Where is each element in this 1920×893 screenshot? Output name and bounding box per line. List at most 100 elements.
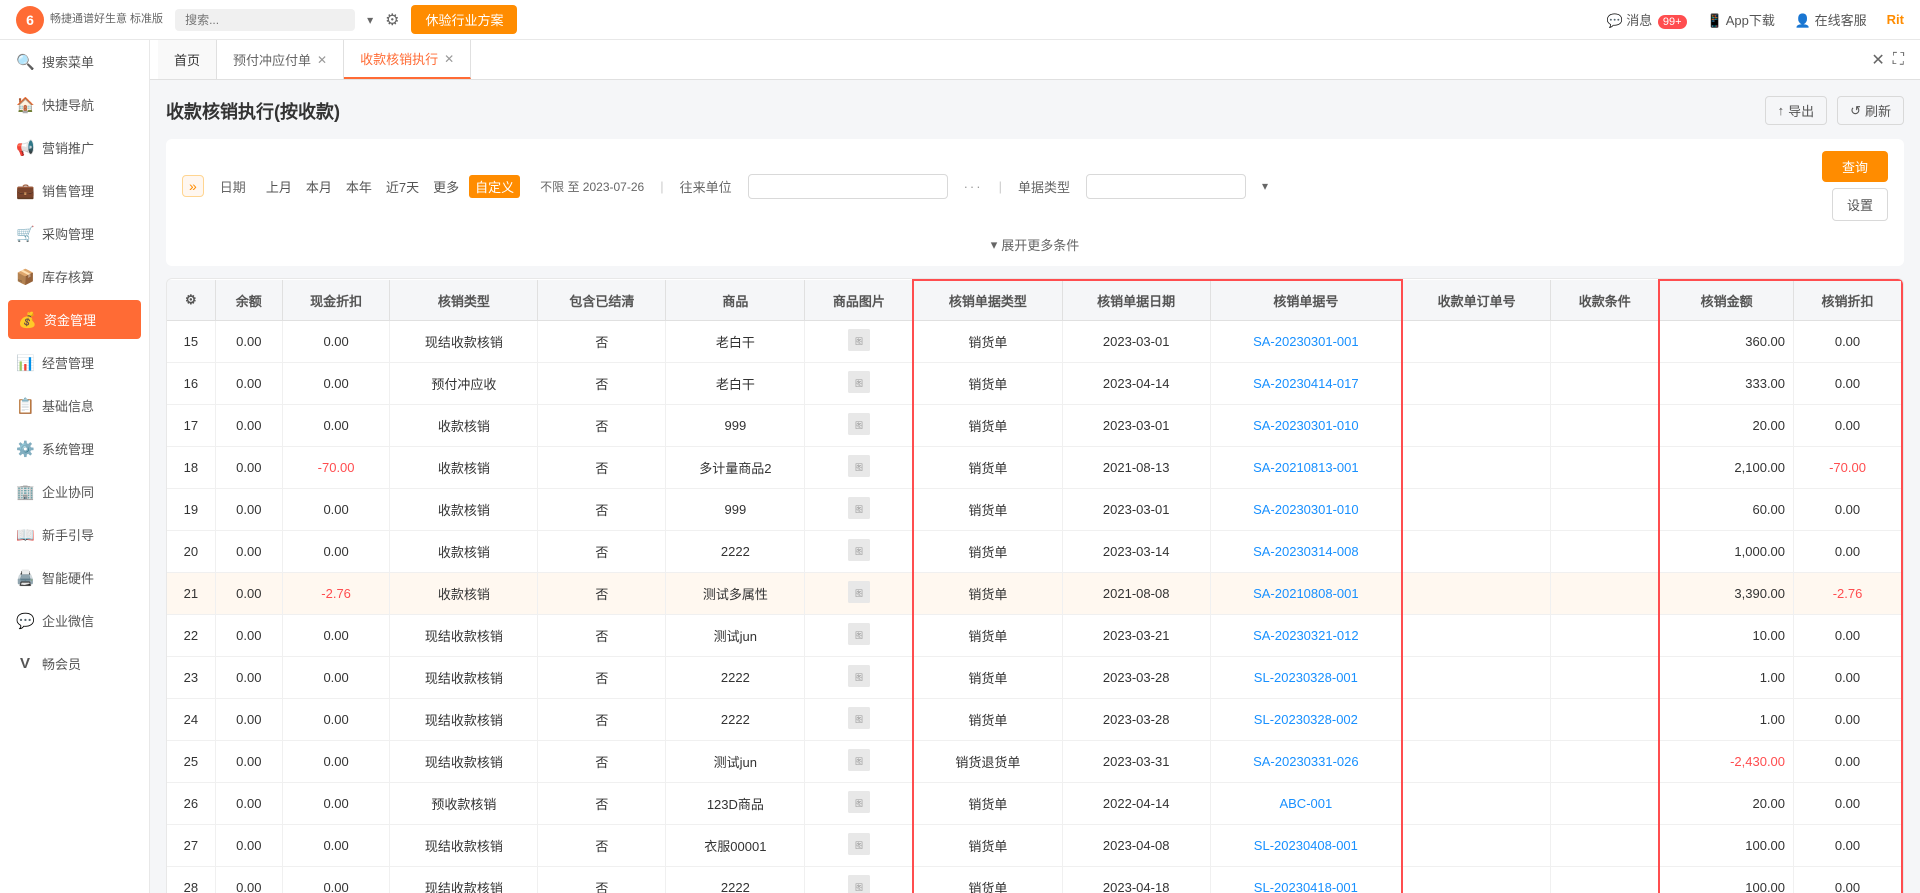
td-goods-image: 图 xyxy=(805,405,913,447)
td-offset-voucher-no[interactable]: SA-20210808-001 xyxy=(1210,573,1402,615)
filter-row: » 日期 上月 本月 本年 近7天 更多 自定义 不限 至 2023-07-26… xyxy=(182,151,1888,221)
sidebar-item-enterprise-wx[interactable]: 💬 企业微信 xyxy=(0,599,149,642)
goods-image-placeholder: 图 xyxy=(848,497,870,519)
last-month-btn[interactable]: 上月 xyxy=(262,175,296,198)
td-offset-voucher-no[interactable]: SA-20230321-012 xyxy=(1210,615,1402,657)
sidebar-item-sales[interactable]: 💼 销售管理 xyxy=(0,169,149,212)
td-offset-voucher-no[interactable]: SL-20230408-001 xyxy=(1210,825,1402,867)
sidebar-item-label: 畅会员 xyxy=(42,654,81,673)
td-offset-voucher-no[interactable]: SL-20230418-001 xyxy=(1210,867,1402,893)
sidebar-item-marketing[interactable]: 📢 营销推广 xyxy=(0,126,149,169)
tab-maximize-btn[interactable]: ⛶ xyxy=(1893,50,1904,70)
td-offset-discount: 0.00 xyxy=(1794,363,1902,405)
sidebar-item-smart-hw[interactable]: 🖨️ 智能硬件 xyxy=(0,556,149,599)
voucher-no-link[interactable]: SL-20230328-001 xyxy=(1254,670,1358,685)
td-no: 18 xyxy=(167,447,215,489)
voucher-no-link[interactable]: SA-20210808-001 xyxy=(1253,586,1359,601)
voucher-no-link[interactable]: SL-20230328-002 xyxy=(1254,712,1358,727)
this-year-btn[interactable]: 本年 xyxy=(342,175,376,198)
sidebar-item-inventory[interactable]: 📦 库存核算 xyxy=(0,255,149,298)
table-body: 15 0.00 0.00 现结收款核销 否 老白干 图 销货单 2023-03-… xyxy=(167,321,1902,893)
sidebar-item-beginner[interactable]: 📖 新手引导 xyxy=(0,513,149,556)
voucher-type-dropdown-icon[interactable]: ▾ xyxy=(1262,179,1268,193)
td-offset-voucher-no[interactable]: SA-20230331-026 xyxy=(1210,741,1402,783)
custom-date-btn[interactable]: 自定义 xyxy=(469,175,520,198)
td-offset-amount: 1,000.00 xyxy=(1659,531,1793,573)
voucher-no-link[interactable]: ABC-001 xyxy=(1279,796,1332,811)
voucher-no-link[interactable]: SA-20230314-008 xyxy=(1253,544,1359,559)
settings-icon[interactable]: ⚙ xyxy=(385,10,399,30)
message-nav[interactable]: 💬 消息 99+ xyxy=(1606,10,1686,29)
voucher-no-link[interactable]: SA-20230331-026 xyxy=(1253,754,1359,769)
voucher-no-link[interactable]: SA-20230301-001 xyxy=(1253,334,1359,349)
filter-bar: » 日期 上月 本月 本年 近7天 更多 自定义 不限 至 2023-07-26… xyxy=(166,139,1904,266)
sidebar-item-ops[interactable]: 📊 经营管理 xyxy=(0,341,149,384)
td-goods-image: 图 xyxy=(805,573,913,615)
td-offset-voucher-no[interactable]: SA-20230301-010 xyxy=(1210,489,1402,531)
td-receipt-condition xyxy=(1551,573,1659,615)
query-btn[interactable]: 查询 xyxy=(1822,151,1888,182)
tab-prepaid-offset[interactable]: 预付冲应付单 ✕ xyxy=(217,40,344,79)
td-offset-voucher-date: 2023-03-01 xyxy=(1062,405,1210,447)
refresh-btn[interactable]: ↺ 刷新 xyxy=(1837,96,1904,125)
goods-image-placeholder: 图 xyxy=(848,371,870,393)
sidebar-item-search-menu[interactable]: 🔍 搜索菜单 xyxy=(0,40,149,83)
voucher-no-link[interactable]: SA-20230301-010 xyxy=(1253,418,1359,433)
td-receipt-condition xyxy=(1551,615,1659,657)
td-offset-voucher-no[interactable]: SA-20230301-001 xyxy=(1210,321,1402,363)
tab-receipt-offset[interactable]: 收款核销执行 ✕ xyxy=(344,40,471,79)
voucher-no-link[interactable]: SA-20230301-010 xyxy=(1253,502,1359,517)
tab-prepaid-close-icon[interactable]: ✕ xyxy=(317,53,327,67)
export-btn[interactable]: ↑ 导出 xyxy=(1765,96,1828,125)
td-goods: 999 xyxy=(666,405,805,447)
partner-filter-input[interactable] xyxy=(748,174,948,199)
td-offset-voucher-no[interactable]: SL-20230328-002 xyxy=(1210,699,1402,741)
table-row: 24 0.00 0.00 现结收款核销 否 2222 图 销货单 2023-03… xyxy=(167,699,1902,741)
td-receipt-order-no xyxy=(1402,657,1551,699)
voucher-type-select[interactable] xyxy=(1086,174,1246,199)
th-offset-amount: 核销金额 xyxy=(1659,280,1793,321)
td-offset-voucher-no[interactable]: SL-20230328-001 xyxy=(1210,657,1402,699)
voucher-no-link[interactable]: SL-20230408-001 xyxy=(1254,838,1358,853)
td-offset-voucher-no[interactable]: SA-20230314-008 xyxy=(1210,531,1402,573)
tab-home[interactable]: 首页 xyxy=(158,40,217,79)
voucher-no-link[interactable]: SL-20230418-001 xyxy=(1254,880,1358,893)
expand-arrow-icon[interactable]: » xyxy=(182,175,204,197)
app-download-nav[interactable]: 📱 App下载 xyxy=(1707,10,1775,29)
td-offset-voucher-no[interactable]: ABC-001 xyxy=(1210,783,1402,825)
td-offset-voucher-no[interactable]: SA-20210813-001 xyxy=(1210,447,1402,489)
sidebar-item-vip[interactable]: V 畅会员 xyxy=(0,642,149,685)
td-offset-voucher-no[interactable]: SA-20230414-017 xyxy=(1210,363,1402,405)
dropdown-arrow-icon[interactable]: ▾ xyxy=(367,13,373,27)
this-month-btn[interactable]: 本月 xyxy=(302,175,336,198)
svg-text:图: 图 xyxy=(855,505,863,514)
last-7days-btn[interactable]: 近7天 xyxy=(382,175,423,198)
settings-btn[interactable]: 设置 xyxy=(1832,188,1888,221)
sidebar-item-label: 营销推广 xyxy=(42,138,94,157)
sidebar-item-enterprise[interactable]: 🏢 企业协同 xyxy=(0,470,149,513)
voucher-no-link[interactable]: SA-20210813-001 xyxy=(1253,460,1359,475)
tab-receipt-close-icon[interactable]: ✕ xyxy=(444,52,454,66)
sidebar-item-funds[interactable]: 💰 资金管理 xyxy=(8,300,141,339)
sidebar-item-system[interactable]: ⚙️ 系统管理 xyxy=(0,427,149,470)
tab-close-all-btn[interactable]: ✕ xyxy=(1871,50,1884,70)
td-offset-voucher-type: 销货单 xyxy=(913,825,1062,867)
sidebar-item-basic-info[interactable]: 📋 基础信息 xyxy=(0,384,149,427)
td-offset-voucher-no[interactable]: SA-20230301-010 xyxy=(1210,405,1402,447)
td-receipt-condition xyxy=(1551,405,1659,447)
voucher-no-link[interactable]: SA-20230414-017 xyxy=(1253,376,1359,391)
th-gear[interactable]: ⚙ xyxy=(167,280,215,321)
sidebar-item-quick-nav[interactable]: 🏠 快捷导航 xyxy=(0,83,149,126)
td-no: 28 xyxy=(167,867,215,893)
sidebar-item-purchase[interactable]: 🛒 采购管理 xyxy=(0,212,149,255)
industry-btn[interactable]: 休验行业方案 xyxy=(411,5,517,34)
voucher-no-link[interactable]: SA-20230321-012 xyxy=(1253,628,1359,643)
td-offset-type: 收款核销 xyxy=(390,489,538,531)
expand-more-btn[interactable]: ▾ 展开更多条件 xyxy=(991,235,1080,254)
td-receipt-order-no xyxy=(1402,573,1551,615)
top-search-input[interactable] xyxy=(175,9,355,31)
user-nav[interactable]: Rit xyxy=(1887,12,1904,27)
online-service-nav[interactable]: 👤 在线客服 xyxy=(1795,10,1867,29)
more-date-btn[interactable]: 更多 xyxy=(429,175,463,198)
td-offset-amount: 100.00 xyxy=(1659,825,1793,867)
